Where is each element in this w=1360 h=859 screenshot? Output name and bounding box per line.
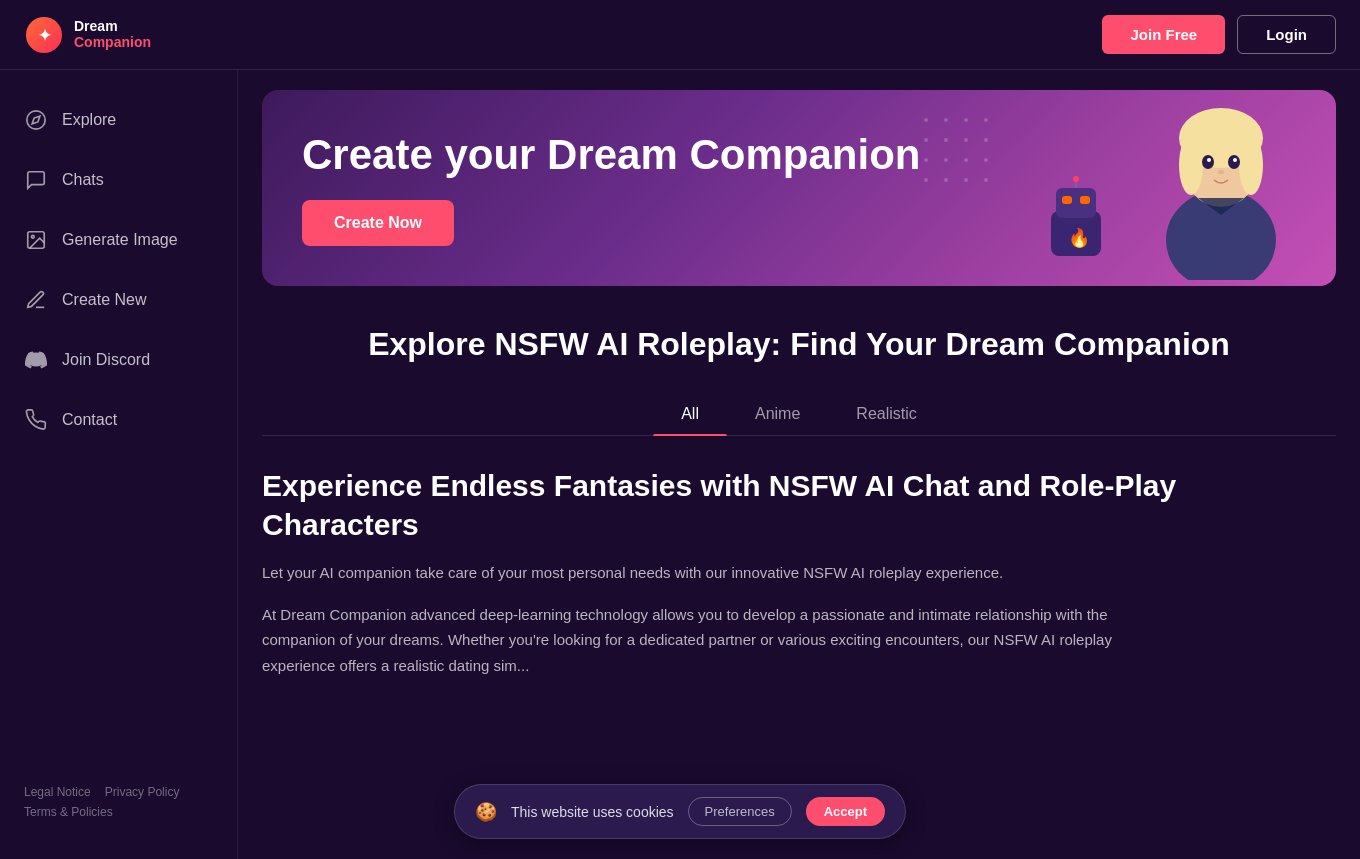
create-icon [24, 288, 48, 312]
svg-point-13 [984, 138, 988, 142]
logo[interactable]: ✦ Dream Companion [24, 15, 151, 55]
chat-icon [24, 168, 48, 192]
svg-rect-34 [1056, 188, 1096, 218]
layout: Explore Chats [0, 0, 1360, 714]
discord-icon [24, 348, 48, 372]
tab-realistic[interactable]: Realistic [828, 393, 944, 435]
accept-button[interactable]: Accept [806, 797, 885, 826]
svg-point-27 [1239, 135, 1263, 195]
svg-point-10 [924, 138, 928, 142]
content-section: Experience Endless Fantasies with NSFW A… [262, 466, 1336, 678]
svg-text:🔥: 🔥 [1068, 227, 1091, 249]
svg-point-15 [944, 158, 948, 162]
logo-icon: ✦ [24, 15, 64, 55]
svg-point-29 [1228, 155, 1240, 169]
compass-icon [24, 108, 48, 132]
svg-point-38 [1073, 176, 1079, 182]
login-button[interactable]: Login [1237, 15, 1336, 54]
svg-point-8 [964, 118, 968, 122]
chats-label: Chats [62, 171, 104, 189]
preferences-button[interactable]: Preferences [688, 797, 792, 826]
join-discord-label: Join Discord [62, 351, 150, 369]
join-free-button[interactable]: Join Free [1102, 15, 1225, 54]
tab-anime[interactable]: Anime [727, 393, 828, 435]
svg-point-17 [984, 158, 988, 162]
svg-point-18 [924, 178, 928, 182]
explore-section-heading: Explore NSFW AI Roleplay: Find Your Drea… [262, 326, 1336, 363]
generate-image-label: Generate Image [62, 231, 178, 249]
tab-all[interactable]: All [653, 393, 727, 435]
create-new-label: Create New [62, 291, 146, 309]
header-buttons: Join Free Login [1102, 15, 1336, 54]
create-now-button[interactable]: Create Now [302, 200, 454, 246]
svg-point-28 [1202, 155, 1214, 169]
hero-image-area: 🔥 [1016, 90, 1336, 286]
svg-point-6 [924, 118, 928, 122]
privacy-policy-link[interactable]: Privacy Policy [105, 785, 180, 799]
svg-rect-35 [1062, 196, 1072, 204]
sidebar-item-create-new[interactable]: Create New [0, 270, 237, 330]
mascot-svg: 🔥 [1026, 176, 1126, 276]
hero-title: Create your Dream Companion [302, 130, 920, 180]
svg-point-20 [964, 178, 968, 182]
svg-text:✦: ✦ [38, 27, 52, 44]
svg-point-21 [984, 178, 988, 182]
dot-decoration [916, 110, 996, 194]
content-heading: Experience Endless Fantasies with NSFW A… [262, 466, 1336, 544]
svg-point-7 [944, 118, 948, 122]
logo-dream-text: Dream [74, 19, 151, 34]
svg-point-11 [944, 138, 948, 142]
svg-point-32 [1218, 170, 1224, 174]
svg-point-31 [1233, 158, 1237, 162]
hero-banner: Create your Dream Companion Create Now [262, 90, 1336, 286]
cookie-text: This website uses cookies [511, 804, 674, 820]
svg-point-9 [984, 118, 988, 122]
terms-link[interactable]: Terms & Policies [24, 805, 213, 819]
sidebar-nav: Explore Chats [0, 90, 237, 450]
svg-rect-36 [1080, 196, 1090, 204]
legal-notice-link[interactable]: Legal Notice [24, 785, 91, 799]
contact-label: Contact [62, 411, 117, 429]
tabs: All Anime Realistic [262, 393, 1336, 436]
hero-content: Create your Dream Companion Create Now [302, 130, 920, 246]
svg-marker-3 [32, 116, 40, 124]
svg-point-12 [964, 138, 968, 142]
svg-point-14 [924, 158, 928, 162]
cookie-icon: 🍪 [475, 801, 497, 823]
explore-label: Explore [62, 111, 116, 129]
cookie-banner: 🍪 This website uses cookies Preferences … [454, 784, 906, 839]
sidebar-item-chats[interactable]: Chats [0, 150, 237, 210]
sidebar-item-explore[interactable]: Explore [0, 90, 237, 150]
header: ✦ Dream Companion Join Free Login [0, 0, 1360, 70]
sidebar-footer: Legal Notice Privacy Policy Terms & Poli… [0, 765, 237, 839]
content-paragraph-2: At Dream Companion advanced deep-learnin… [262, 602, 1162, 679]
svg-point-30 [1207, 158, 1211, 162]
svg-point-2 [27, 111, 45, 129]
main-content: Create your Dream Companion Create Now [238, 70, 1360, 714]
content-paragraph-1: Let your AI companion take care of your … [262, 560, 1162, 586]
sidebar: Explore Chats [0, 70, 238, 859]
image-icon [24, 228, 48, 252]
svg-point-5 [31, 235, 34, 238]
svg-point-19 [944, 178, 948, 182]
contact-icon [24, 408, 48, 432]
svg-point-16 [964, 158, 968, 162]
sidebar-item-generate-image[interactable]: Generate Image [0, 210, 237, 270]
svg-point-26 [1179, 135, 1203, 195]
sidebar-item-contact[interactable]: Contact [0, 390, 237, 450]
logo-companion-text: Companion [74, 35, 151, 50]
sidebar-item-join-discord[interactable]: Join Discord [0, 330, 237, 390]
